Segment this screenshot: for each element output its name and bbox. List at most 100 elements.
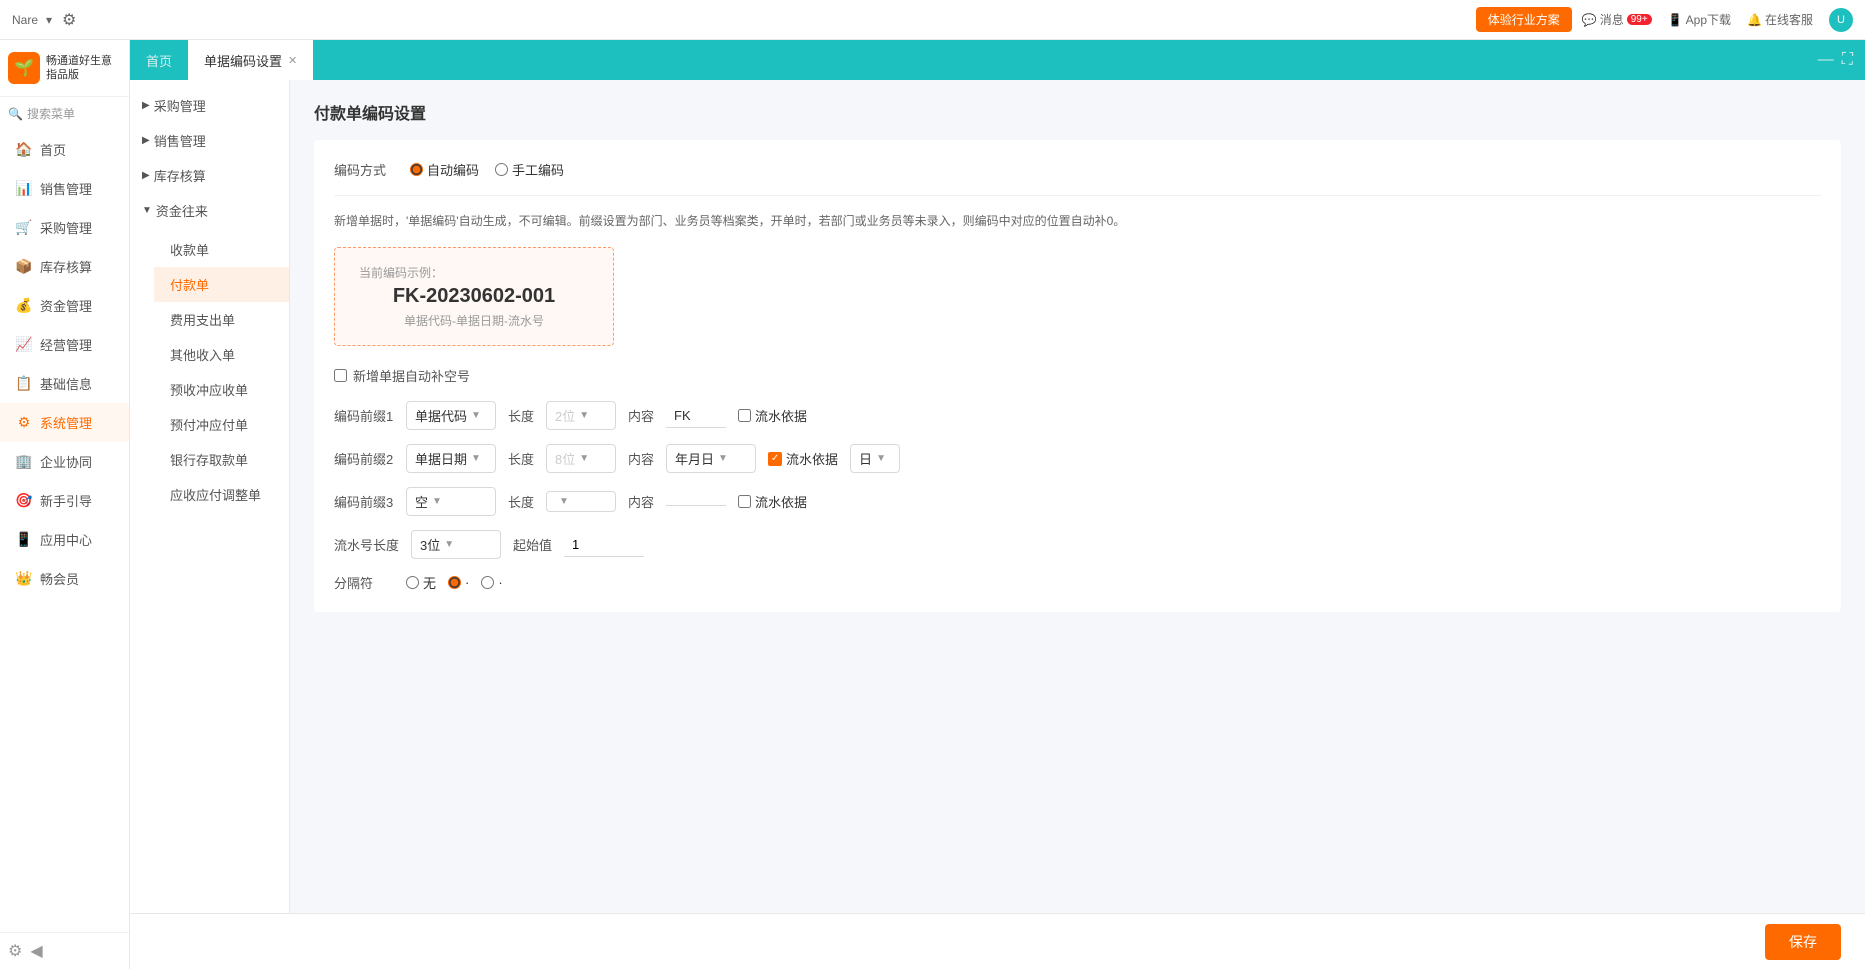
- sidebar-item-operations[interactable]: 📈 经营管理: [0, 325, 129, 364]
- finance-icon: 💰: [16, 298, 32, 314]
- sidebar-nav: 🏠 首页 📊 销售管理 🛒 采购管理 📦 库存核算 💰 资金管理 📈 经: [0, 130, 129, 932]
- sidebar-item-sales[interactable]: 📊 销售管理: [0, 169, 129, 208]
- tab-close-icon[interactable]: ✕: [288, 54, 297, 67]
- message-link[interactable]: 💬 消息 99+: [1582, 11, 1652, 28]
- sidebar-item-purchase[interactable]: 🛒 采购管理: [0, 208, 129, 247]
- sidebar-item-home[interactable]: 🏠 首页: [0, 130, 129, 169]
- prefix1-row: 编码前缀1 单据代码 ▼ 长度 2位 ▼ 内容 FK: [334, 401, 1821, 430]
- separator-dot-option[interactable]: ·: [448, 575, 469, 590]
- prefix3-row: 编码前缀3 空 ▼ 长度 ▼ 内容: [334, 487, 1821, 516]
- home-icon: 🏠: [16, 142, 32, 158]
- logo-area: 🌱 畅通道好生意 指品版: [0, 40, 129, 97]
- manual-code-option[interactable]: 手工编码: [495, 160, 564, 179]
- serial-length-select[interactable]: 3位 ▼: [411, 530, 501, 559]
- user-avatar[interactable]: U: [1829, 8, 1853, 32]
- save-button[interactable]: 保存: [1765, 924, 1841, 960]
- message-badge: 99+: [1627, 14, 1652, 25]
- prefix3-length-select[interactable]: ▼: [546, 491, 616, 512]
- prefix2-select[interactable]: 单据日期 ▼: [406, 444, 496, 473]
- settings-icon[interactable]: ⚙: [62, 10, 76, 30]
- logo-text: 畅通道好生意 指品版: [46, 54, 112, 83]
- online-service-link[interactable]: 🔔 在线客服: [1747, 11, 1813, 28]
- search-icon: 🔍: [8, 107, 23, 121]
- logo-icon: 🌱: [8, 52, 40, 84]
- arrow-right-icon: ▶: [142, 135, 150, 146]
- member-icon: 👑: [16, 571, 32, 587]
- sub-item-advance-payment[interactable]: 预付冲应付单: [154, 407, 289, 442]
- sidebar-item-member[interactable]: 👑 畅会员: [0, 559, 129, 598]
- sub-item-advance-receipt[interactable]: 预收冲应收单: [154, 372, 289, 407]
- separator-dot-radio[interactable]: [448, 576, 461, 589]
- prefix3-select[interactable]: 空 ▼: [406, 487, 496, 516]
- sub-item-bank[interactable]: 银行存取款单: [154, 442, 289, 477]
- prefix2-length-select[interactable]: 8位 ▼: [546, 444, 616, 473]
- app-icon: 📱: [1668, 13, 1683, 27]
- prefix1-serial-group: 流水依据: [738, 406, 807, 425]
- basic-icon: 📋: [16, 376, 32, 392]
- sub-group-sales[interactable]: ▶ 销售管理: [130, 123, 289, 158]
- prefix2-period-select[interactable]: 日 ▼: [850, 444, 900, 473]
- app-download-link[interactable]: 📱 App下载: [1668, 11, 1731, 28]
- auto-fill-checkbox[interactable]: [334, 369, 347, 382]
- auto-code-radio[interactable]: [410, 163, 423, 176]
- sidebar-search[interactable]: 🔍 搜索菜单: [0, 97, 129, 130]
- sub-sidebar: ▶ 采购管理 ▶ 销售管理 ▶ 库存核算 ▼ 资金往来 收款单: [130, 80, 290, 913]
- sub-group-funds[interactable]: ▼ 资金往来: [130, 193, 289, 228]
- app-center-icon: 📱: [16, 532, 32, 548]
- sub-group-inventory[interactable]: ▶ 库存核算: [130, 158, 289, 193]
- breadcrumb-text: Nare: [12, 13, 38, 27]
- arrow-right-icon: ▶: [142, 100, 150, 111]
- prefix1-serial-checkbox[interactable]: [738, 409, 751, 422]
- sub-item-payment[interactable]: 付款单: [154, 267, 289, 302]
- tab-maximize-icon[interactable]: ⛶: [1842, 51, 1853, 69]
- prefix2-serial-checkbox[interactable]: ✓: [768, 452, 782, 466]
- sub-layout: ▶ 采购管理 ▶ 销售管理 ▶ 库存核算 ▼ 资金往来 收款单: [130, 80, 1865, 913]
- sidebar-item-basic[interactable]: 📋 基础信息: [0, 364, 129, 403]
- separator-row: 分隔符 无 · ·: [334, 573, 1821, 592]
- sidebar-item-inventory[interactable]: 📦 库存核算: [0, 247, 129, 286]
- sidebar-item-enterprise[interactable]: 🏢 企业协同: [0, 442, 129, 481]
- tab-home[interactable]: 首页: [130, 40, 188, 80]
- tab-minimize-icon[interactable]: —: [1818, 51, 1834, 69]
- auto-code-option[interactable]: 自动编码: [410, 160, 479, 179]
- separator-dot2-radio[interactable]: [481, 576, 494, 589]
- prefix1-select[interactable]: 单据代码 ▼: [406, 401, 496, 430]
- prefix2-period-arrow-icon: ▼: [876, 453, 886, 464]
- sub-item-adjustment[interactable]: 应收应付调整单: [154, 477, 289, 512]
- experience-button[interactable]: 体验行业方案: [1476, 7, 1572, 32]
- arrow-down-icon: ▼: [142, 205, 152, 216]
- separator-none-option[interactable]: 无: [406, 573, 436, 592]
- purchase-icon: 🛒: [16, 220, 32, 236]
- preview-box: 当前编码示例： FK-20230602-001 单据代码-单据日期-流水号: [334, 247, 614, 346]
- separator-dot2-option[interactable]: ·: [481, 575, 502, 590]
- tab-bar-actions: — ⛶: [1806, 51, 1865, 69]
- sub-item-expense[interactable]: 费用支出单: [154, 302, 289, 337]
- coding-method-row: 编码方式 自动编码 手工编码: [334, 160, 1821, 196]
- separator-none-radio[interactable]: [406, 576, 419, 589]
- sub-item-receipt[interactable]: 收款单: [154, 232, 289, 267]
- sub-group-purchase[interactable]: ▶ 采购管理: [130, 88, 289, 123]
- prefix1-content-label: 内容: [628, 406, 654, 425]
- prefix3-serial-checkbox[interactable]: [738, 495, 751, 508]
- prefix2-row: 编码前缀2 单据日期 ▼ 长度 8位 ▼ 内容 年月日: [334, 444, 1821, 473]
- sidebar-item-guide[interactable]: 🎯 新手引导: [0, 481, 129, 520]
- sidebar-item-system[interactable]: ⚙ 系统管理: [0, 403, 129, 442]
- prefix2-content-arrow-icon: ▼: [718, 453, 728, 464]
- manual-code-radio[interactable]: [495, 163, 508, 176]
- sub-item-other-income[interactable]: 其他收入单: [154, 337, 289, 372]
- settings-bottom-icon[interactable]: ⚙: [8, 941, 22, 961]
- tab-encoding-settings[interactable]: 单据编码设置 ✕: [188, 40, 313, 80]
- serial-start-input[interactable]: [564, 533, 644, 557]
- collapse-icon[interactable]: ◀: [30, 941, 42, 961]
- sidebar-item-finance[interactable]: 💰 资金管理: [0, 286, 129, 325]
- top-bar: Nare ▾ ⚙ 体验行业方案 💬 消息 99+ 📱 App下载 🔔 在线客服 …: [0, 0, 1865, 40]
- prefix1-length-select[interactable]: 2位 ▼: [546, 401, 616, 430]
- chevron-down-icon: ▾: [46, 13, 52, 27]
- arrow-right-icon: ▶: [142, 170, 150, 181]
- message-icon: 💬: [1582, 13, 1597, 27]
- coding-method-label: 编码方式: [334, 160, 386, 179]
- prefix1-length-arrow-icon: ▼: [579, 410, 589, 421]
- sidebar-item-app[interactable]: 📱 应用中心: [0, 520, 129, 559]
- coding-radio-group: 自动编码 手工编码: [410, 160, 564, 179]
- prefix2-content-select[interactable]: 年月日 ▼: [666, 444, 756, 473]
